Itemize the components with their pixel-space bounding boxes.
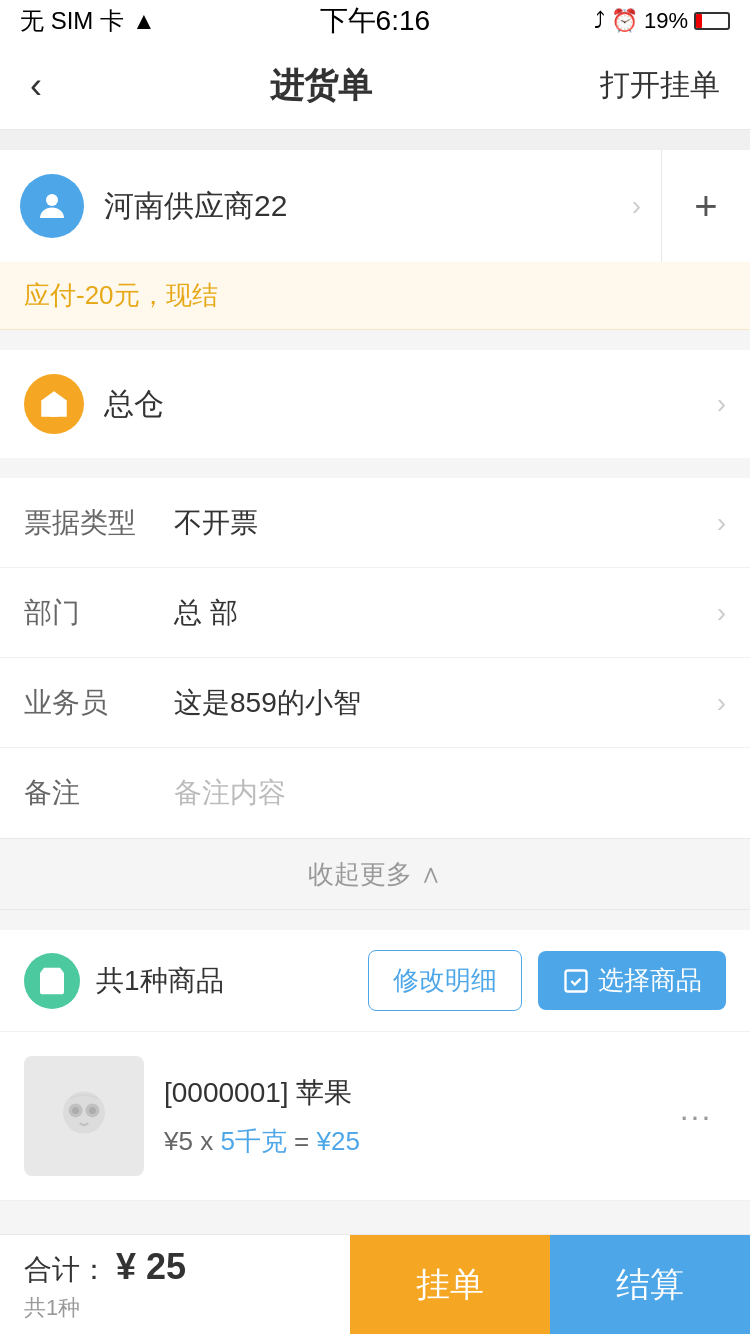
product-more-button[interactable]: ··· (666, 1098, 726, 1135)
chevron-right-icon: › (717, 597, 726, 629)
status-right: ⤴ ⏰ 19% (594, 8, 730, 34)
status-bar: 无 SIM 卡 ▲ 下午6:16 ⤴ ⏰ 19% (0, 0, 750, 42)
ticket-type-value: 不开票 (164, 504, 717, 542)
section-gap-1 (0, 130, 750, 150)
ticket-type-label: 票据类型 (24, 504, 164, 542)
product-item: [0000001] 苹果 ¥5 x 5千克 = ¥25 ··· (0, 1032, 750, 1201)
total-amount: ¥ 25 (116, 1246, 186, 1287)
owl-logo-icon (49, 1081, 119, 1151)
notice-bar: 应付-20元，现结 (0, 262, 750, 330)
battery-icon (694, 12, 730, 30)
carrier-text: 无 SIM 卡 (20, 5, 124, 37)
product-thumbnail (24, 1056, 144, 1176)
department-label: 部门 (24, 594, 164, 632)
plus-icon: + (694, 184, 717, 229)
svg-rect-3 (566, 970, 587, 991)
warehouse-icon (24, 374, 84, 434)
total-label: 合计： (24, 1254, 108, 1285)
total-count: 共1种 (24, 1293, 326, 1323)
nav-bar: ‹ 进货单 打开挂单 (0, 42, 750, 130)
bottom-bar: 合计： ¥ 25 共1种 挂单 结算 (0, 1234, 750, 1334)
products-icon (24, 953, 80, 1009)
salesperson-label: 业务员 (24, 684, 164, 722)
ticket-type-row[interactable]: 票据类型 不开票 › (0, 478, 750, 568)
department-value: 总 部 (164, 594, 717, 632)
collapse-button[interactable]: 收起更多 ∧ (0, 838, 750, 910)
time-display: 下午6:16 (320, 2, 431, 40)
select-icon (562, 967, 590, 995)
warehouse-name: 总仓 (104, 384, 717, 425)
product-name: [0000001] 苹果 (164, 1074, 646, 1112)
svg-point-7 (72, 1107, 79, 1114)
open-pending-button[interactable]: 打开挂单 (600, 65, 720, 106)
supplier-section: 河南供应商22 › + (0, 150, 750, 262)
wifi-icon: ▲ (132, 7, 156, 35)
status-left: 无 SIM 卡 ▲ (20, 5, 156, 37)
svg-point-0 (46, 194, 58, 206)
select-product-label: 选择商品 (598, 963, 702, 998)
products-count: 共1种商品 (96, 962, 352, 1000)
salesperson-row[interactable]: 业务员 这是859的小智 › (0, 658, 750, 748)
select-product-button[interactable]: 选择商品 (538, 951, 726, 1010)
remark-label: 备注 (24, 774, 164, 812)
house-icon (37, 387, 71, 421)
chevron-right-icon: › (717, 507, 726, 539)
form-section: 票据类型 不开票 › 部门 总 部 › 业务员 这是859的小智 › 备注 备注… (0, 478, 750, 838)
cart-icon (36, 965, 68, 997)
total-section: 合计： ¥ 25 共1种 (0, 1235, 350, 1334)
suspend-button[interactable]: 挂单 (350, 1235, 550, 1334)
svg-rect-1 (50, 407, 59, 417)
product-quantity: 5千克 (220, 1126, 286, 1156)
total-line1: 合计： ¥ 25 (24, 1246, 326, 1289)
add-supplier-button[interactable]: + (662, 150, 750, 262)
chevron-right-icon: › (632, 190, 641, 222)
supplier-selector[interactable]: 河南供应商22 › (0, 150, 662, 262)
salesperson-value: 这是859的小智 (164, 684, 717, 722)
product-info: [0000001] 苹果 ¥5 x 5千克 = ¥25 (164, 1074, 646, 1159)
back-button[interactable]: ‹ (30, 65, 42, 107)
person-icon (34, 188, 70, 224)
modify-detail-button[interactable]: 修改明细 (368, 950, 522, 1011)
supplier-name: 河南供应商22 (104, 186, 632, 227)
location-icon: ⤴ (594, 8, 605, 34)
warehouse-selector[interactable]: 总仓 › (0, 350, 750, 458)
product-price: ¥5 x 5千克 = ¥25 (164, 1124, 646, 1159)
page-title: 进货单 (270, 63, 372, 109)
product-total: ¥25 (317, 1126, 360, 1156)
remark-row[interactable]: 备注 备注内容 (0, 748, 750, 838)
department-row[interactable]: 部门 总 部 › (0, 568, 750, 658)
checkout-button[interactable]: 结算 (550, 1235, 750, 1334)
products-header: 共1种商品 修改明细 选择商品 (0, 930, 750, 1032)
battery-text: 19% (644, 8, 688, 34)
supplier-avatar (20, 174, 84, 238)
svg-point-8 (89, 1107, 96, 1114)
collapse-label: 收起更多 ∧ (308, 857, 441, 892)
chevron-right-icon: › (717, 388, 726, 420)
alarm-icon: ⏰ (611, 8, 638, 34)
remark-value: 备注内容 (164, 774, 726, 812)
chevron-right-icon: › (717, 687, 726, 719)
